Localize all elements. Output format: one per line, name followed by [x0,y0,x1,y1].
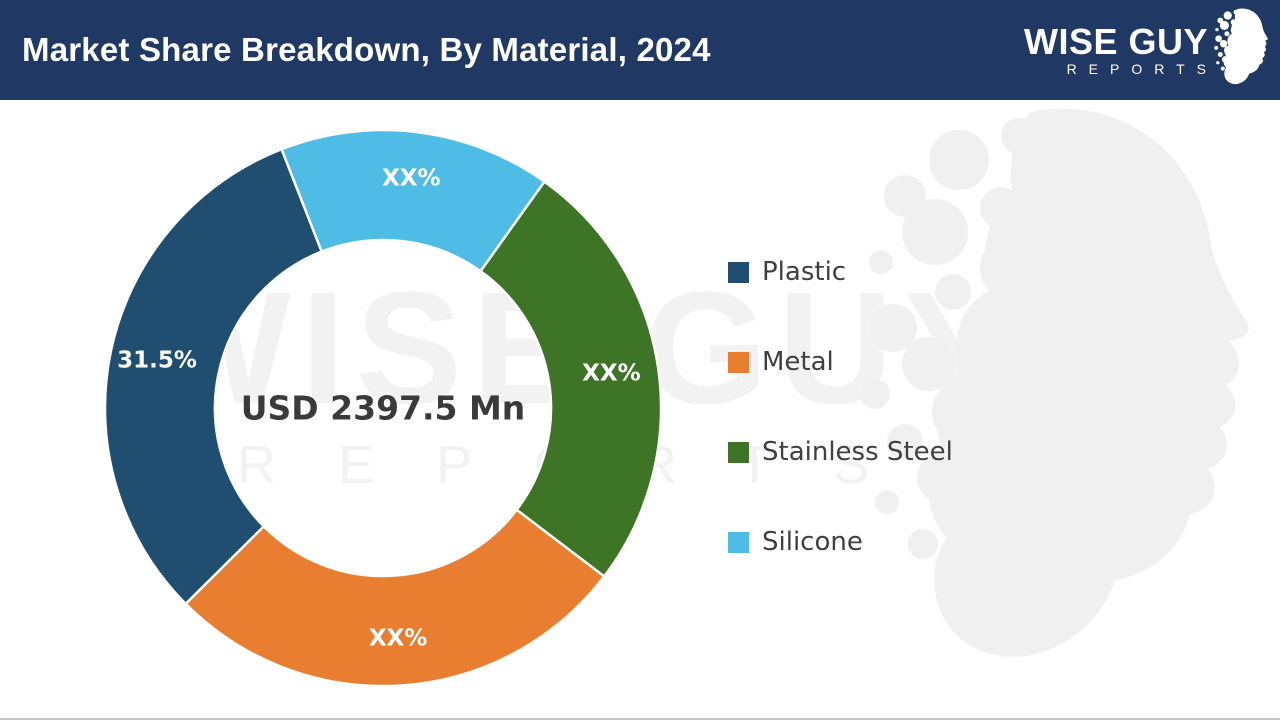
legend-swatch-metal [728,351,749,373]
logo-title: WISE GUY [1023,20,1208,62]
page-title: Market Share Breakdown, By Material, 202… [22,31,711,68]
slice-value-label: XX% [369,626,428,652]
logo-wordmark: WISE GUY REPORTS [1023,20,1208,77]
legend-label-plastic: Plastic [762,257,847,287]
donut-center-value: USD 2397.5 Mn [240,388,526,428]
header: Market Share Breakdown, By Material, 202… [0,0,1280,100]
legend-item-plastic: Plastic [728,257,953,287]
chart-legend: Plastic Metal Stainless Steel Silicone [728,257,953,621]
legend-swatch-plastic [728,261,749,283]
legend-item-silicone: Silicone [728,527,953,557]
donut-slice-plastic [103,147,323,606]
slice-value-label: XX% [582,360,641,386]
legend-item-metal: Metal [728,347,953,377]
legend-swatch-stainless-steel [728,441,749,463]
legend-swatch-silicone [728,531,749,553]
legend-label-silicone: Silicone [762,527,863,557]
legend-label-metal: Metal [762,347,834,377]
logo-face-icon [1214,8,1268,85]
infographic-page: Market Share Breakdown, By Material, 202… [0,0,1280,720]
logo-subtitle: REPORTS [1066,61,1218,78]
slice-value-label: 31.5% [117,347,197,373]
legend-item-stainless-steel: Stainless Steel [728,437,953,467]
wise-guy-logo: WISE GUY REPORTS [1024,0,1270,100]
slice-value-label: XX% [382,166,441,192]
legend-label-stainless-steel: Stainless Steel [762,437,953,467]
donut-chart: 31.5% XX% XX% XX% [103,128,663,688]
